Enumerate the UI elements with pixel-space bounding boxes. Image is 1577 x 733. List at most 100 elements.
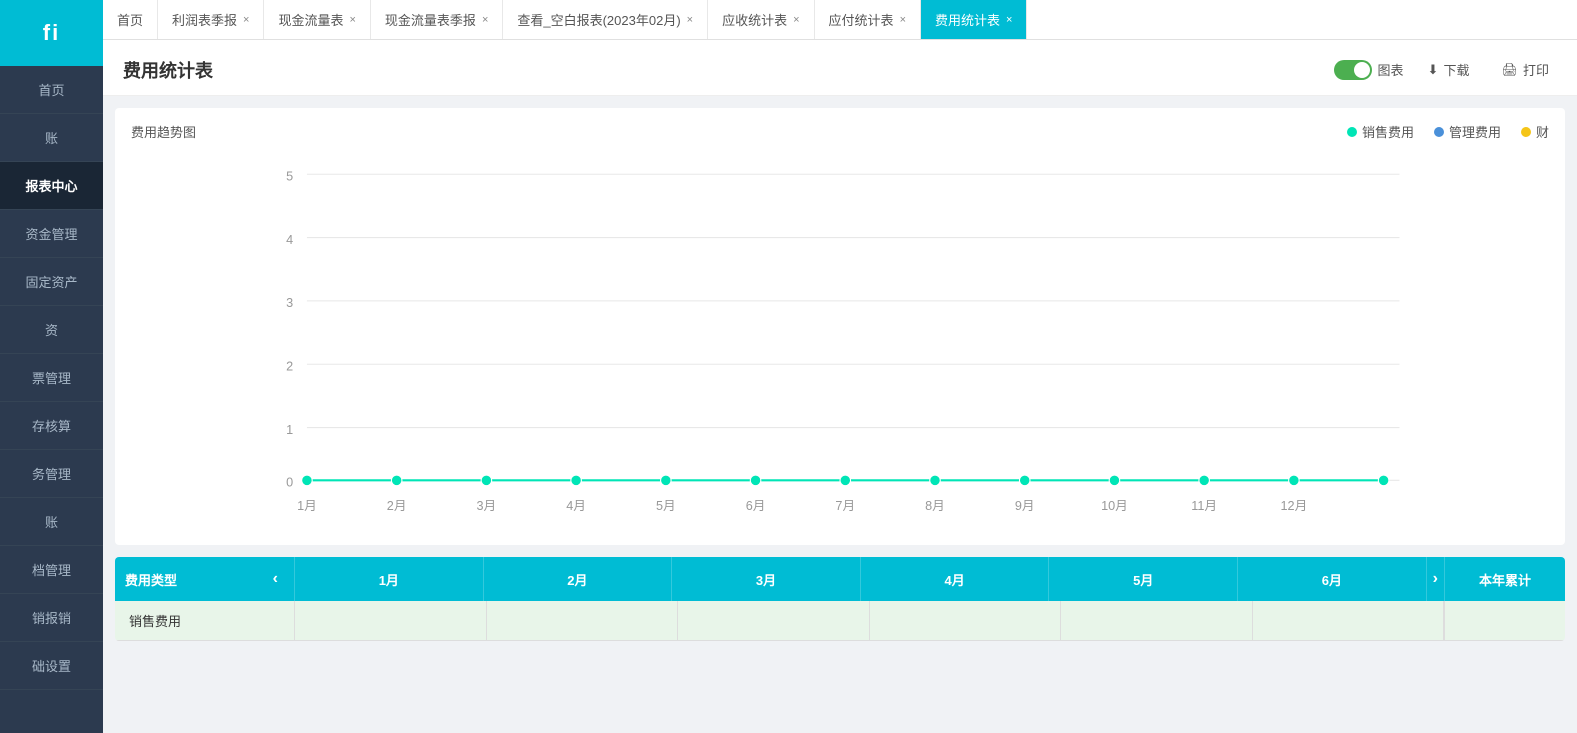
sidebar-item-home[interactable]: 首页 bbox=[0, 66, 103, 114]
chart-header: 费用趋势图 销售费用 管理费用 财 bbox=[131, 122, 1549, 141]
th-month-1: 1月 bbox=[295, 557, 484, 601]
table-header: 费用类型 ‹ 1月 2月 3月 4月 5月 6月 › 本年累计 bbox=[115, 557, 1565, 601]
tab-cashflow[interactable]: 现金流量表 × bbox=[264, 0, 370, 40]
sidebar-item-settings[interactable]: 础设置 bbox=[0, 642, 103, 690]
sidebar-item-report[interactable]: 报表中心 bbox=[0, 162, 103, 210]
prev-arrow[interactable]: ‹ bbox=[267, 570, 284, 588]
svg-text:10月: 10月 bbox=[1101, 499, 1128, 513]
legend-dot-sales bbox=[1347, 127, 1357, 137]
legend-dot-finance bbox=[1521, 127, 1531, 137]
th-month-2: 2月 bbox=[484, 557, 673, 601]
svg-text:6月: 6月 bbox=[746, 499, 766, 513]
sidebar-item-invoice[interactable]: 票管理 bbox=[0, 354, 103, 402]
page-content: 费用统计表 图表 ⬇ 下载 🖨 打印 费用趋势图 bbox=[103, 40, 1577, 733]
svg-text:5: 5 bbox=[286, 170, 293, 184]
svg-text:5月: 5月 bbox=[656, 499, 676, 513]
svg-text:2月: 2月 bbox=[387, 499, 407, 513]
tab-close-cashflow-q[interactable]: × bbox=[482, 14, 488, 26]
print-icon: 🖨 bbox=[1501, 62, 1518, 78]
tab-profit[interactable]: 利润表季报 × bbox=[158, 0, 264, 40]
svg-text:11月: 11月 bbox=[1191, 499, 1217, 513]
td-month-4 bbox=[870, 601, 1062, 641]
tab-cashflow-q[interactable]: 现金流量表季报 × bbox=[371, 0, 503, 40]
tab-close-cashflow[interactable]: × bbox=[349, 14, 355, 26]
page-header: 费用统计表 图表 ⬇ 下载 🖨 打印 bbox=[103, 40, 1577, 96]
download-label: 下载 bbox=[1443, 60, 1469, 79]
table-row: 销售费用 bbox=[115, 601, 1565, 641]
svg-text:2: 2 bbox=[286, 360, 293, 374]
td-month-3 bbox=[678, 601, 870, 641]
legend-finance: 财 bbox=[1521, 122, 1549, 141]
legend-sales: 销售费用 bbox=[1347, 122, 1414, 141]
svg-text:3月: 3月 bbox=[477, 499, 497, 513]
th-nav-next[interactable]: › bbox=[1427, 557, 1445, 601]
sidebar-item-asset[interactable]: 固定资产 bbox=[0, 258, 103, 306]
svg-text:9月: 9月 bbox=[1015, 499, 1035, 513]
tab-bar: 首页 利润表季报 × 现金流量表 × 现金流量表季报 × 查看_空白报表(202… bbox=[103, 0, 1577, 40]
svg-text:1: 1 bbox=[286, 423, 293, 437]
svg-text:0: 0 bbox=[286, 476, 293, 490]
tab-close-receivable[interactable]: × bbox=[793, 14, 799, 26]
svg-text:1月: 1月 bbox=[297, 499, 317, 513]
chart-toggle-label: 图表 bbox=[1334, 60, 1404, 80]
svg-text:3: 3 bbox=[286, 296, 293, 310]
header-actions: 图表 ⬇ 下载 🖨 打印 bbox=[1334, 56, 1557, 83]
tab-receivable[interactable]: 应收统计表 × bbox=[708, 0, 814, 40]
chart-legend: 销售费用 管理费用 财 bbox=[1347, 122, 1549, 141]
th-total: 本年累计 bbox=[1445, 557, 1565, 601]
print-button[interactable]: 🖨 打印 bbox=[1493, 56, 1557, 83]
sidebar-item-fund[interactable]: 资金管理 bbox=[0, 210, 103, 258]
chart-section: 费用趋势图 销售费用 管理费用 财 bbox=[115, 108, 1565, 545]
legend-sales-label: 销售费用 bbox=[1362, 122, 1414, 141]
svg-text:12月: 12月 bbox=[1281, 499, 1308, 513]
tab-close-profit[interactable]: × bbox=[243, 14, 249, 26]
chart-svg-wrapper: 5 4 3 2 1 0 bbox=[131, 151, 1549, 531]
legend-dot-admin bbox=[1434, 127, 1444, 137]
tab-home[interactable]: 首页 bbox=[103, 0, 158, 40]
sidebar-item-capital[interactable]: 资 bbox=[0, 306, 103, 354]
chart-svg: 5 4 3 2 1 0 bbox=[131, 151, 1549, 531]
page-title: 费用统计表 bbox=[123, 57, 213, 83]
sidebar-item-service[interactable]: 务管理 bbox=[0, 450, 103, 498]
download-button[interactable]: ⬇ 下载 bbox=[1420, 56, 1478, 83]
svg-text:7月: 7月 bbox=[835, 499, 855, 513]
next-arrow[interactable]: › bbox=[1427, 570, 1444, 588]
app-logo: fi bbox=[0, 0, 103, 66]
sidebar-item-archive[interactable]: 档管理 bbox=[0, 546, 103, 594]
td-month-6 bbox=[1253, 601, 1445, 641]
sidebar-item-inventory[interactable]: 存核算 bbox=[0, 402, 103, 450]
td-type-sales: 销售费用 bbox=[115, 601, 295, 641]
svg-text:4月: 4月 bbox=[566, 499, 586, 513]
expense-table: 费用类型 ‹ 1月 2月 3月 4月 5月 6月 › 本年累计 销售费用 bbox=[115, 557, 1565, 641]
sidebar: fi 首页 账 报表中心 资金管理 固定资产 资 票管理 存核算 务管理 账 档… bbox=[0, 0, 103, 733]
th-type: 费用类型 ‹ bbox=[115, 557, 295, 601]
th-month-5: 5月 bbox=[1049, 557, 1238, 601]
tab-close-payable[interactable]: × bbox=[900, 14, 906, 26]
td-total bbox=[1445, 601, 1565, 641]
tab-expense[interactable]: 费用统计表 × bbox=[921, 0, 1027, 40]
tab-close-blank[interactable]: × bbox=[687, 14, 693, 26]
td-month-5 bbox=[1061, 601, 1253, 641]
legend-finance-label: 财 bbox=[1536, 122, 1549, 141]
main-area: 首页 利润表季报 × 现金流量表 × 现金流量表季报 × 查看_空白报表(202… bbox=[103, 0, 1577, 733]
tab-blank[interactable]: 查看_空白报表(2023年02月) × bbox=[503, 0, 708, 40]
sidebar-item-ledger[interactable]: 账 bbox=[0, 498, 103, 546]
toggle-text: 图表 bbox=[1378, 60, 1404, 79]
td-month-2 bbox=[487, 601, 679, 641]
th-month-4: 4月 bbox=[861, 557, 1050, 601]
chart-title: 费用趋势图 bbox=[131, 122, 196, 141]
sidebar-item-writeoff[interactable]: 销报销 bbox=[0, 594, 103, 642]
sidebar-item-account[interactable]: 账 bbox=[0, 114, 103, 162]
print-label: 打印 bbox=[1523, 60, 1549, 79]
download-icon: ⬇ bbox=[1428, 62, 1439, 78]
tab-payable[interactable]: 应付统计表 × bbox=[815, 0, 921, 40]
legend-admin-label: 管理费用 bbox=[1449, 122, 1501, 141]
svg-text:4: 4 bbox=[286, 233, 293, 247]
chart-toggle[interactable] bbox=[1334, 60, 1372, 80]
td-month-1 bbox=[295, 601, 487, 641]
legend-admin: 管理费用 bbox=[1434, 122, 1501, 141]
th-type-label: 费用类型 bbox=[125, 570, 177, 589]
tab-close-expense[interactable]: × bbox=[1006, 14, 1012, 26]
svg-text:8月: 8月 bbox=[925, 499, 945, 513]
th-month-6: 6月 bbox=[1238, 557, 1427, 601]
